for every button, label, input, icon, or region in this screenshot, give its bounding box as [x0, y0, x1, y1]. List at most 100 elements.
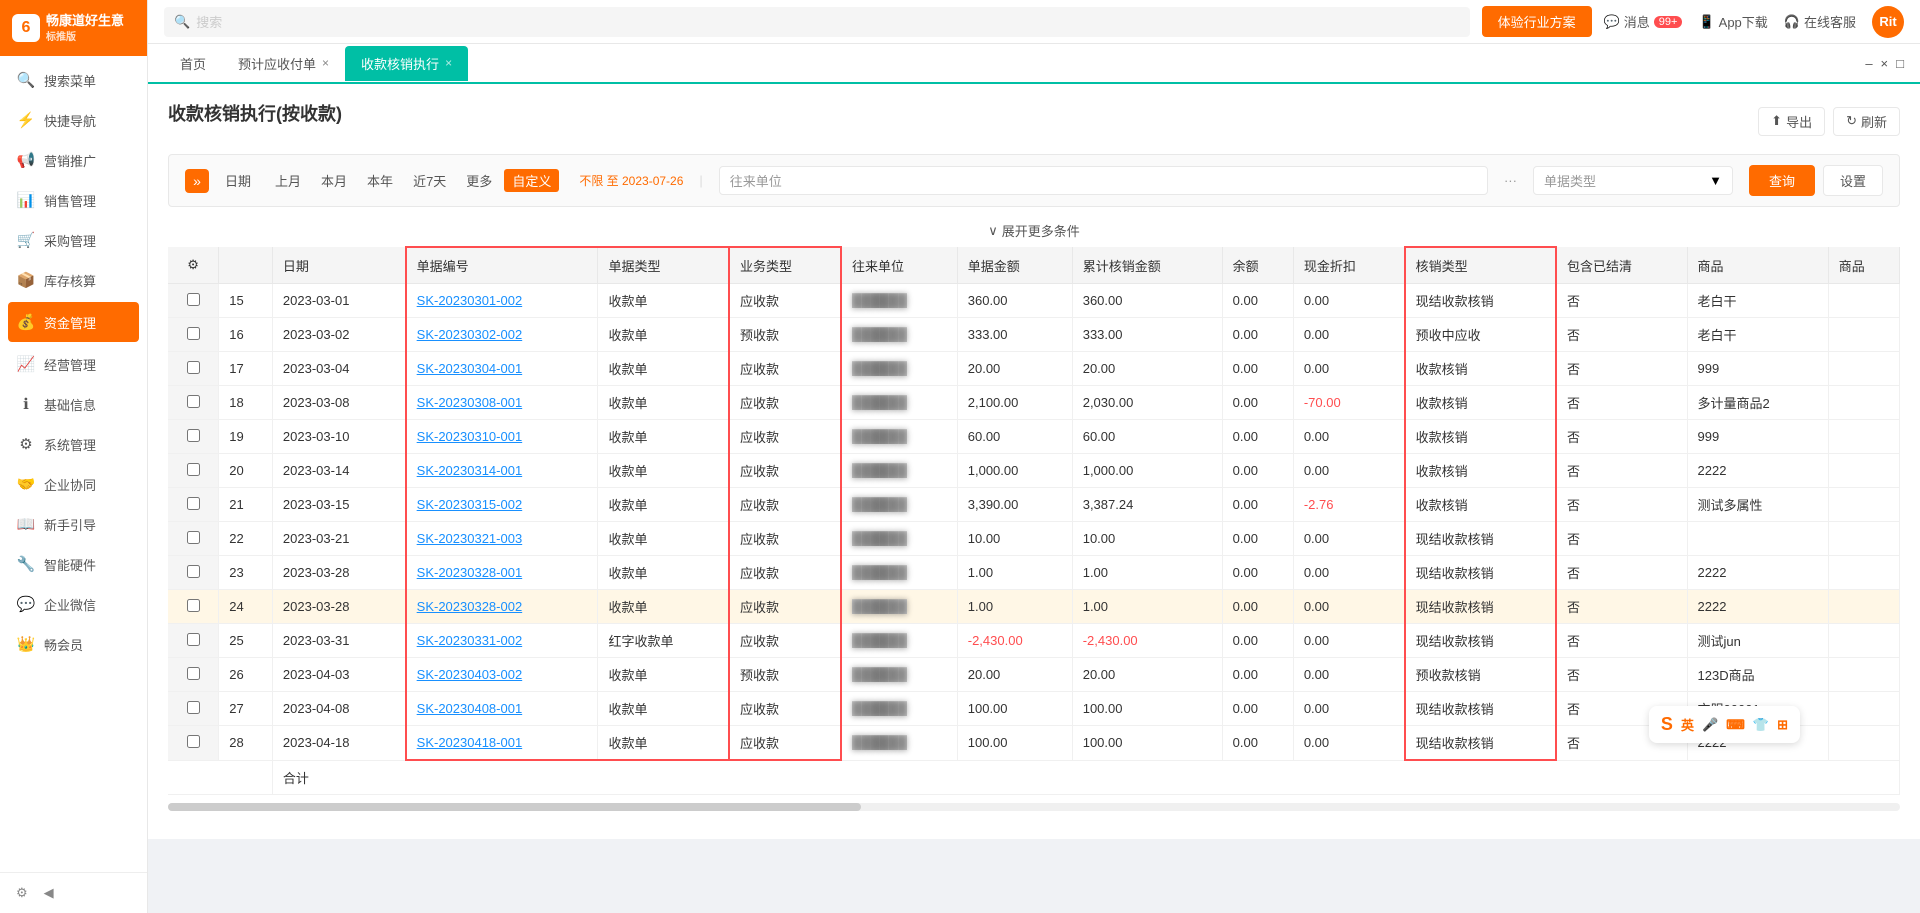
date-last-7days-btn[interactable]: 近7天: [405, 169, 454, 192]
sidebar-item-系统管理[interactable]: ⚙系统管理: [0, 424, 147, 464]
voucher-link[interactable]: SK-20230308-001: [417, 395, 523, 410]
voucher-type-filter[interactable]: 单据类型 ▼: [1533, 166, 1733, 195]
voucher-link[interactable]: SK-20230328-002: [417, 599, 523, 614]
tab-verify-close[interactable]: ×: [445, 56, 452, 70]
date-last-month-btn[interactable]: 上月: [267, 169, 309, 192]
sidebar-item-销售管理[interactable]: 📊销售管理: [0, 180, 147, 220]
row-checkbox[interactable]: [187, 463, 200, 476]
row-checkbox[interactable]: [187, 701, 200, 714]
sidebar-item-库存核算[interactable]: 📦库存核算: [0, 260, 147, 300]
voucher-link[interactable]: SK-20230310-001: [417, 429, 523, 444]
refresh-icon: ↻: [1846, 113, 1857, 129]
sidebar-item-基础信息[interactable]: ℹ基础信息: [0, 384, 147, 424]
sidebar-item-搜索菜单[interactable]: 🔍搜索菜单: [0, 60, 147, 100]
date-custom-btn[interactable]: 自定义: [504, 169, 559, 192]
sidebar-item-畅会员[interactable]: 👑畅会员: [0, 624, 147, 664]
cell-voucher-no[interactable]: SK-20230328-002: [406, 590, 598, 624]
voucher-link[interactable]: SK-20230301-002: [417, 293, 523, 308]
tab-receivable[interactable]: 预计应收付单 ×: [222, 46, 345, 81]
cell-voucher-no[interactable]: SK-20230304-001: [406, 352, 598, 386]
cell-voucher-no[interactable]: SK-20230315-002: [406, 488, 598, 522]
cell-voucher-no[interactable]: SK-20230314-001: [406, 454, 598, 488]
table-row: 152023-03-01SK-20230301-002收款单应收款██████3…: [168, 284, 1900, 318]
cell-voucher-no[interactable]: SK-20230310-001: [406, 420, 598, 454]
refresh-button[interactable]: ↻ 刷新: [1833, 107, 1900, 136]
voucher-link[interactable]: SK-20230304-001: [417, 361, 523, 376]
sidebar-nav: 🔍搜索菜单⚡快捷导航📢营销推广📊销售管理🛒采购管理📦库存核算💰资金管理📈经营管理…: [0, 56, 147, 872]
voucher-link[interactable]: SK-20230331-002: [417, 633, 523, 648]
voucher-link[interactable]: SK-20230408-001: [417, 701, 523, 716]
window-maximize-btn[interactable]: □: [1896, 56, 1904, 71]
cell-voucher-no[interactable]: SK-20230418-001: [406, 726, 598, 761]
filter-toggle-btn[interactable]: »: [185, 169, 209, 193]
collapse-icon[interactable]: ◀: [44, 885, 54, 901]
search-bar[interactable]: 🔍 搜索: [164, 7, 1470, 37]
filter-dots[interactable]: ···: [1504, 173, 1517, 188]
row-checkbox[interactable]: [187, 327, 200, 340]
row-checkbox[interactable]: [187, 293, 200, 306]
query-button[interactable]: 查询: [1749, 165, 1815, 196]
window-minimize-btn[interactable]: –: [1865, 56, 1872, 71]
scrollbar-thumb[interactable]: [168, 803, 861, 811]
cell-goods2: [1828, 590, 1899, 624]
sidebar-item-营销推广[interactable]: 📢营销推广: [0, 140, 147, 180]
tab-home[interactable]: 首页: [164, 46, 222, 81]
partner-filter-field[interactable]: 往来单位: [719, 166, 1488, 195]
sidebar-item-经营管理[interactable]: 📈经营管理: [0, 344, 147, 384]
app-download-item[interactable]: 📱 App下载: [1698, 12, 1767, 31]
sidebar-item-快捷导航[interactable]: ⚡快捷导航: [0, 100, 147, 140]
row-checkbox[interactable]: [187, 395, 200, 408]
cell-voucher-no[interactable]: SK-20230328-001: [406, 556, 598, 590]
row-checkbox[interactable]: [187, 633, 200, 646]
voucher-link[interactable]: SK-20230314-001: [417, 463, 523, 478]
sidebar-item-智能硬件[interactable]: 🔧智能硬件: [0, 544, 147, 584]
window-close-btn[interactable]: ×: [1881, 56, 1889, 71]
sidebar-item-采购管理[interactable]: 🛒采购管理: [0, 220, 147, 260]
date-this-year-btn[interactable]: 本年: [359, 169, 401, 192]
sidebar-item-企业协同[interactable]: 🤝企业协同: [0, 464, 147, 504]
cell-voucher-no[interactable]: SK-20230302-002: [406, 318, 598, 352]
cell-discount: -2.76: [1293, 488, 1404, 522]
export-button[interactable]: ⬆ 导出: [1758, 107, 1825, 136]
row-checkbox[interactable]: [187, 429, 200, 442]
settings-icon[interactable]: ⚙: [16, 885, 28, 901]
tab-receivable-close[interactable]: ×: [322, 56, 329, 70]
voucher-link[interactable]: SK-20230403-002: [417, 667, 523, 682]
voucher-link[interactable]: SK-20230315-002: [417, 497, 523, 512]
cell-voucher-no[interactable]: SK-20230321-003: [406, 522, 598, 556]
horizontal-scrollbar[interactable]: [168, 795, 1900, 823]
voucher-link[interactable]: SK-20230321-003: [417, 531, 523, 546]
tab-verify[interactable]: 收款核销执行 ×: [345, 46, 468, 81]
voucher-link[interactable]: SK-20230328-001: [417, 565, 523, 580]
industry-solution-button[interactable]: 体验行业方案: [1482, 6, 1592, 37]
cell-voucher-no[interactable]: SK-20230331-002: [406, 624, 598, 658]
row-checkbox[interactable]: [187, 667, 200, 680]
cell-verified: 20.00: [1072, 658, 1222, 692]
expand-more-bar[interactable]: ∨ 展开更多条件: [168, 215, 1900, 246]
row-checkbox[interactable]: [187, 531, 200, 544]
row-checkbox[interactable]: [187, 599, 200, 612]
voucher-link[interactable]: SK-20230418-001: [417, 735, 523, 750]
voucher-link[interactable]: SK-20230302-002: [417, 327, 523, 342]
setting-button[interactable]: 设置: [1823, 165, 1883, 196]
row-checkbox[interactable]: [187, 565, 200, 578]
date-more-btn[interactable]: 更多: [458, 169, 500, 192]
row-checkbox[interactable]: [187, 361, 200, 374]
sidebar-item-企业微信[interactable]: 💬企业微信: [0, 584, 147, 624]
cell-verified: -2,430.00: [1072, 624, 1222, 658]
row-checkbox[interactable]: [187, 735, 200, 748]
date-this-month-btn[interactable]: 本月: [313, 169, 355, 192]
th-amount: 单据金额: [957, 247, 1072, 284]
th-settings[interactable]: ⚙: [168, 247, 219, 284]
user-avatar[interactable]: Rit: [1872, 6, 1904, 38]
sidebar-item-资金管理[interactable]: 💰资金管理: [8, 302, 139, 342]
cell-voucher-no[interactable]: SK-20230403-002: [406, 658, 598, 692]
row-checkbox[interactable]: [187, 497, 200, 510]
cell-voucher-no[interactable]: SK-20230408-001: [406, 692, 598, 726]
message-item[interactable]: 💬 消息 99+: [1604, 12, 1683, 31]
sidebar-item-新手引导[interactable]: 📖新手引导: [0, 504, 147, 544]
filter-actions: 查询 设置: [1749, 165, 1883, 196]
online-service-item[interactable]: 🎧 在线客服: [1784, 12, 1856, 31]
cell-voucher-no[interactable]: SK-20230308-001: [406, 386, 598, 420]
cell-voucher-no[interactable]: SK-20230301-002: [406, 284, 598, 318]
